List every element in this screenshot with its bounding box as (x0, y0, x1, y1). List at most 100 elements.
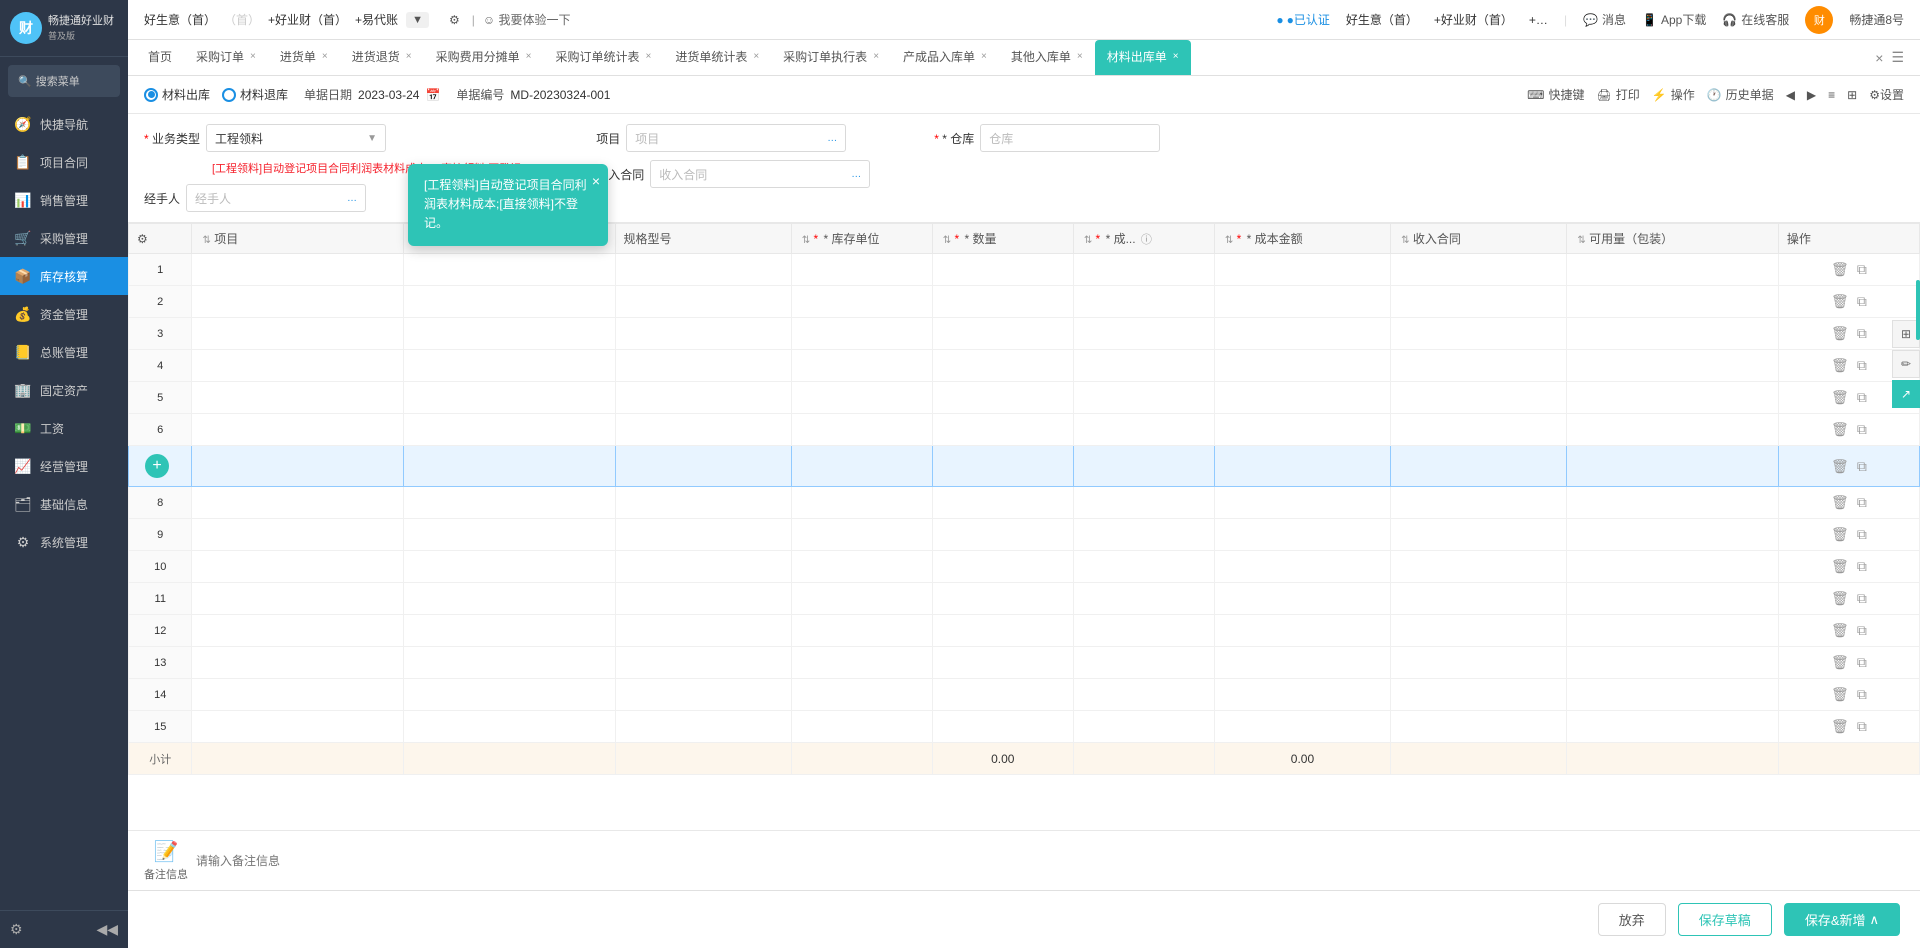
row-income[interactable] (1391, 647, 1567, 679)
delete-row-btn[interactable]: 🗑 (1829, 456, 1851, 477)
delete-row-btn[interactable]: 🗑 (1829, 259, 1851, 280)
row-unit[interactable] (791, 583, 932, 615)
delete-row-btn[interactable]: 🗑 (1829, 620, 1851, 641)
tab-close-icon[interactable]: × (406, 51, 412, 62)
sidebar-item-inventory[interactable]: 📦 库存核算 (0, 257, 128, 295)
delete-row-btn[interactable]: 🗑 (1829, 387, 1851, 408)
row-spec[interactable] (615, 318, 791, 350)
sidebar-item-sales[interactable]: 📊 销售管理 (0, 181, 128, 219)
row-costamt[interactable] (1214, 615, 1390, 647)
row-income[interactable] (1391, 487, 1567, 519)
row-spec[interactable] (615, 679, 791, 711)
row-qty[interactable] (932, 519, 1073, 551)
copy-row-btn[interactable]: ⧉ (1855, 259, 1869, 280)
print-btn[interactable]: 🖨 打印 (1597, 86, 1640, 103)
history-btn[interactable]: 🕐 历史单据 (1707, 86, 1774, 103)
row-available[interactable] (1567, 711, 1779, 743)
row-income[interactable] (1391, 318, 1567, 350)
row-available[interactable] (1567, 679, 1779, 711)
row-material[interactable] (403, 286, 615, 318)
row-cost[interactable] (1073, 519, 1214, 551)
row-spec[interactable] (615, 551, 791, 583)
row-project[interactable] (192, 318, 404, 350)
tab-close-icon[interactable]: × (322, 51, 328, 62)
right-panel-btn-2[interactable]: ✏ (1892, 350, 1920, 378)
row-qty[interactable] (932, 382, 1073, 414)
sidebar-item-management[interactable]: 📈 经营管理 (0, 447, 128, 485)
row-material[interactable] (403, 350, 615, 382)
tab-inbound-return[interactable]: 进货退货 × (340, 40, 424, 75)
row-income[interactable] (1391, 519, 1567, 551)
tab-close-icon[interactable]: × (526, 51, 532, 62)
copy-row-btn[interactable]: ⧉ (1855, 684, 1869, 705)
row-project[interactable] (192, 551, 404, 583)
topbar-link-6[interactable]: +好业财（首） (1434, 11, 1513, 28)
copy-row-btn[interactable]: ⧉ (1855, 652, 1869, 673)
row-available[interactable] (1567, 487, 1779, 519)
row-costamt[interactable] (1214, 382, 1390, 414)
copy-row-btn[interactable]: ⧉ (1855, 524, 1869, 545)
settings-bottom-btn[interactable]: ⚙ (10, 921, 23, 938)
row-material[interactable] (403, 615, 615, 647)
row-available[interactable] (1567, 286, 1779, 318)
row-material-active[interactable] (403, 446, 615, 487)
row-costamt[interactable] (1214, 414, 1390, 446)
sidebar-item-purchase[interactable]: 🛒 采购管理 (0, 219, 128, 257)
row-material[interactable] (403, 519, 615, 551)
row-costamt[interactable] (1214, 711, 1390, 743)
row-spec[interactable] (615, 414, 791, 446)
row-costamt[interactable] (1214, 254, 1390, 286)
row-available[interactable] (1567, 519, 1779, 551)
row-project[interactable] (192, 647, 404, 679)
row-income[interactable] (1391, 679, 1567, 711)
copy-row-btn[interactable]: ⧉ (1855, 620, 1869, 641)
tab-purchase-expense[interactable]: 采购费用分摊单 × (424, 40, 544, 75)
row-costamt[interactable] (1214, 286, 1390, 318)
row-spec[interactable] (615, 583, 791, 615)
row-available[interactable] (1567, 551, 1779, 583)
delete-row-btn[interactable]: 🗑 (1829, 716, 1851, 737)
tab-close-icon[interactable]: × (873, 51, 879, 62)
copy-row-btn[interactable]: ⧉ (1855, 716, 1869, 737)
tab-purchase-stat[interactable]: 采购订单统计表 × (543, 40, 663, 75)
view-grid-btn[interactable]: ⊞ (1847, 88, 1857, 102)
notes-input[interactable] (196, 854, 1904, 868)
row-spec[interactable] (615, 286, 791, 318)
row-income[interactable] (1391, 350, 1567, 382)
row-available[interactable] (1567, 583, 1779, 615)
sidebar-item-assets[interactable]: 🏢 固定资产 (0, 371, 128, 409)
row-cost[interactable] (1073, 711, 1214, 743)
message-btn[interactable]: 💬 消息 (1583, 11, 1626, 28)
row-cost[interactable] (1073, 583, 1214, 615)
sidebar-search[interactable]: 🔍 搜索菜单 (8, 65, 120, 97)
sidebar-item-base-info[interactable]: 🗂 基础信息 (0, 485, 128, 523)
row-project[interactable] (192, 583, 404, 615)
tab-close-icon[interactable]: × (1173, 51, 1179, 62)
app-download-btn[interactable]: 📱 App下载 (1642, 11, 1706, 28)
row-costamt[interactable] (1214, 350, 1390, 382)
row-spec[interactable] (615, 350, 791, 382)
info-icon[interactable]: ⓘ (1141, 234, 1152, 246)
row-cost-active[interactable] (1073, 446, 1214, 487)
copy-row-btn[interactable]: ⧉ (1855, 556, 1869, 577)
row-unit[interactable] (791, 487, 932, 519)
row-qty[interactable] (932, 551, 1073, 583)
row-spec[interactable] (615, 382, 791, 414)
row-qty[interactable] (932, 286, 1073, 318)
copy-row-btn[interactable]: ⧉ (1855, 355, 1869, 376)
row-unit[interactable] (791, 551, 932, 583)
close-all-tabs-btn[interactable]: × (1875, 50, 1883, 66)
online-service-btn[interactable]: 🎧 在线客服 (1722, 11, 1789, 28)
row-cost[interactable] (1073, 286, 1214, 318)
row-qty[interactable] (932, 647, 1073, 679)
row-available-active[interactable] (1567, 446, 1779, 487)
business-type-input[interactable]: 工程领料 ▼ (206, 124, 386, 152)
radio-material-out[interactable]: 材料出库 (144, 86, 210, 103)
warehouse-input[interactable]: 仓库 (980, 124, 1160, 152)
save-new-btn[interactable]: 保存&新增 ∧ (1784, 903, 1900, 936)
row-project-active[interactable] (192, 446, 404, 487)
row-material[interactable] (403, 551, 615, 583)
tab-purchase-exec[interactable]: 采购订单执行表 × (771, 40, 891, 75)
topbar-link-2[interactable]: +易代账 (355, 11, 398, 28)
row-costamt[interactable] (1214, 647, 1390, 679)
